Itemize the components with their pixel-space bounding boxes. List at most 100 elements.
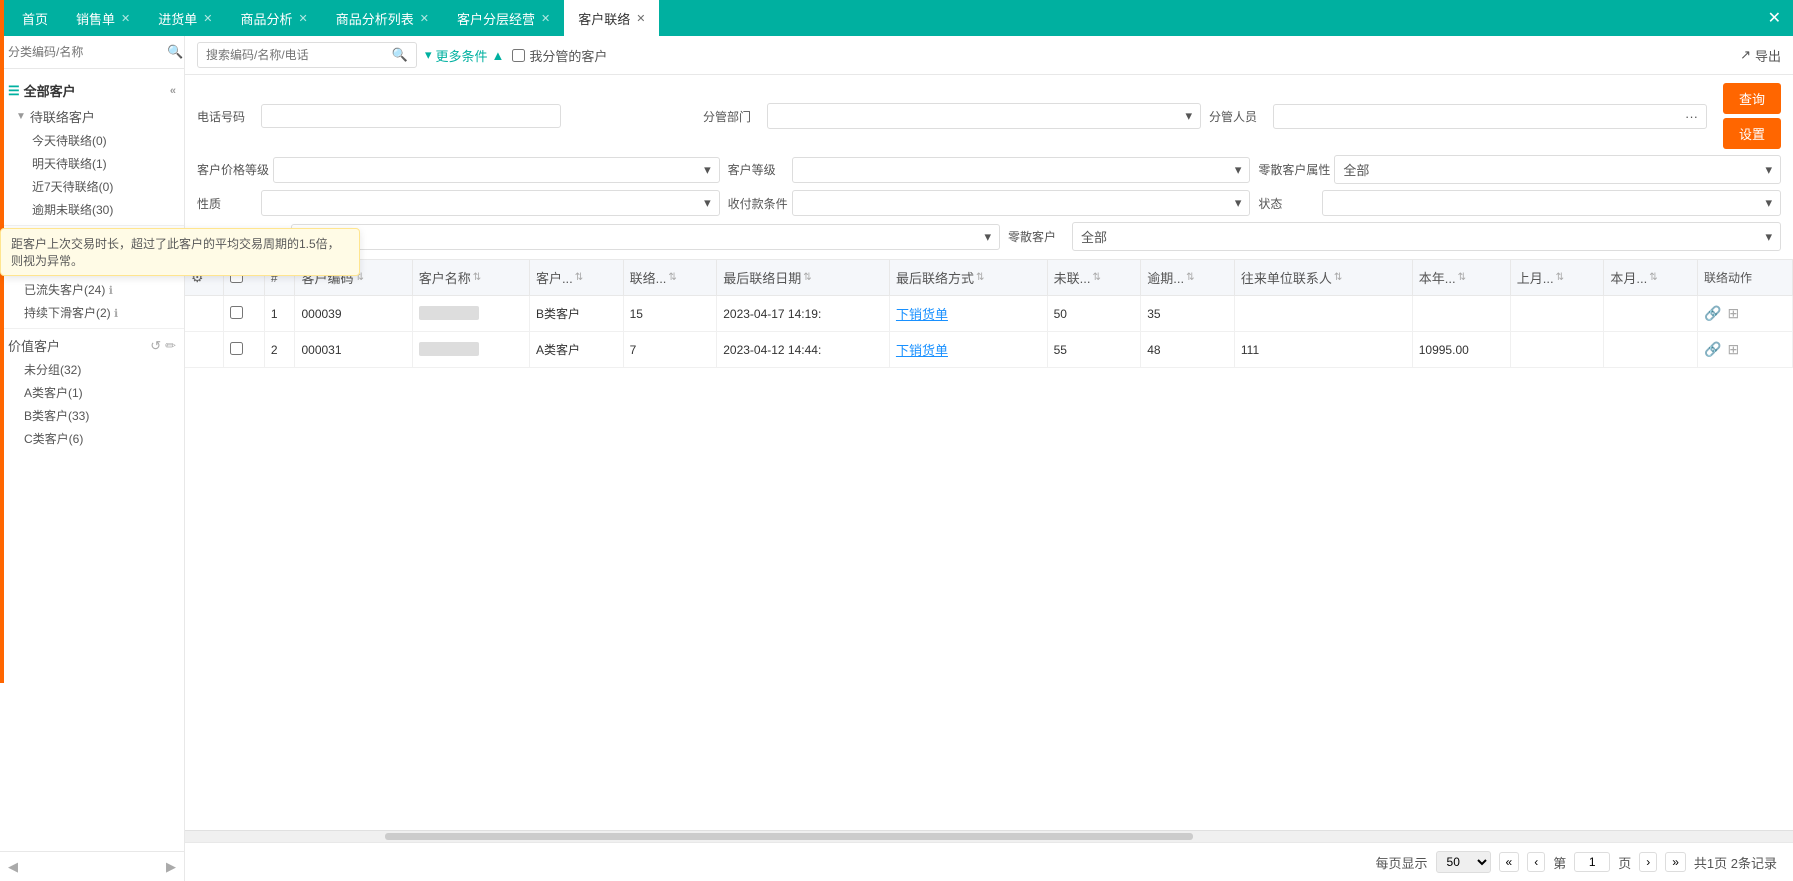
col-last-date[interactable]: 最后联络日期⇅ bbox=[717, 260, 890, 296]
horizontal-scrollbar[interactable] bbox=[185, 830, 1793, 842]
nav-item-analysis[interactable]: 商品分析 ✕ bbox=[226, 0, 321, 36]
customer-level-select[interactable]: ▾ bbox=[792, 157, 1251, 183]
filter-row-2: 客户价格等级 ▾ 客户等级 ▾ 零散客户属性 bbox=[197, 155, 1781, 184]
customer-type-select[interactable]: ▾ bbox=[291, 224, 1000, 250]
settings-button[interactable]: 设置 bbox=[1723, 118, 1781, 149]
row-name bbox=[412, 296, 529, 332]
sidebar-value-group-header[interactable]: 价值客户 ↺ ✏ bbox=[0, 333, 184, 358]
sort-icon-date: ⇅ bbox=[803, 272, 811, 283]
more-conditions-btn[interactable]: ▾ 更多条件 ▲ bbox=[425, 46, 504, 65]
col-last-month[interactable]: 上月...⇅ bbox=[1510, 260, 1604, 296]
last-page-button[interactable]: » bbox=[1665, 852, 1686, 872]
scroll-thumb[interactable] bbox=[385, 833, 1193, 840]
sidebar-right-arrow[interactable]: ▶ bbox=[166, 859, 176, 875]
phone-input[interactable] bbox=[261, 104, 561, 128]
sidebar-search-icon[interactable]: 🔍 bbox=[167, 44, 183, 60]
table-row: 1 000039 B类客户 15 2023-04-17 14:19: 下销货单 … bbox=[185, 296, 1793, 332]
row-check-0[interactable] bbox=[230, 306, 243, 319]
retail-customer-select[interactable]: 全部 ▾ bbox=[1072, 222, 1781, 251]
chevron-down-icon-retail: ▾ bbox=[1765, 162, 1772, 178]
refresh-icon[interactable]: ↺ bbox=[150, 338, 161, 354]
close-icon-analysis-list[interactable]: ✕ bbox=[420, 12, 429, 25]
action-link-icon[interactable]: 🔗 bbox=[1704, 305, 1721, 322]
main-layout: 🔍 ☰ 全部客户 « ▼ 待联络客户 今天待联络(0) 明天待联络(1) 近7天… bbox=[0, 36, 1793, 881]
sidebar-item-ungrouped[interactable]: 未分组(32) bbox=[0, 358, 184, 381]
sidebar-search-input[interactable] bbox=[8, 45, 163, 59]
col-level[interactable]: 客户...⇅ bbox=[529, 260, 623, 296]
sort-icon-contacts: ⇅ bbox=[1334, 272, 1342, 283]
action-grid-icon[interactable]: ⊞ bbox=[1727, 305, 1739, 322]
nav-item-purchase[interactable]: 进货单 ✕ bbox=[144, 0, 226, 36]
row-contact-count: 7 bbox=[623, 332, 717, 368]
prev-page-button[interactable]: ‹ bbox=[1527, 852, 1545, 872]
search-input[interactable] bbox=[206, 48, 392, 62]
sidebar-all-customers[interactable]: ☰ 全部客户 « bbox=[0, 77, 184, 104]
retail-attr-select[interactable]: 全部 ▾ bbox=[1334, 155, 1781, 184]
close-icon-purchase[interactable]: ✕ bbox=[203, 12, 212, 25]
sidebar-item-c-class[interactable]: C类客户(6) bbox=[0, 427, 184, 450]
filter-row-1: 电话号码 分管部门 ▾ 分管人员 ··· bbox=[197, 83, 1781, 149]
filter-payment: 收付款条件 ▾ bbox=[728, 190, 1251, 216]
row-code: 000039 bbox=[295, 296, 412, 332]
row-check-1[interactable] bbox=[230, 342, 243, 355]
sidebar-left-arrow[interactable]: ◀ bbox=[8, 859, 18, 875]
filter-customer-level: 客户等级 ▾ bbox=[728, 157, 1251, 183]
nav-item-sales[interactable]: 销售单 ✕ bbox=[62, 0, 144, 36]
dept-select[interactable]: ▾ bbox=[767, 103, 1201, 129]
col-last-method[interactable]: 最后联络方式⇅ bbox=[889, 260, 1047, 296]
query-button[interactable]: 查询 bbox=[1723, 83, 1781, 114]
nature-select[interactable]: ▾ bbox=[261, 190, 720, 216]
tooltip-box: 距客户上次交易时长，超过了此客户的平均交易周期的1.5倍，则视为异常。 bbox=[185, 228, 360, 276]
nav-item-customer-contact[interactable]: 客户联络 ✕ bbox=[564, 0, 659, 36]
price-level-select[interactable]: ▾ bbox=[273, 157, 720, 183]
nav-item-customer-segment[interactable]: 客户分层经营 ✕ bbox=[443, 0, 564, 36]
col-contact-count[interactable]: 联络...⇅ bbox=[623, 260, 717, 296]
first-page-button[interactable]: « bbox=[1499, 852, 1520, 872]
status-select[interactable]: ▾ bbox=[1322, 190, 1781, 216]
col-contacts[interactable]: 往来单位联系人⇅ bbox=[1234, 260, 1412, 296]
sidebar-item-churned[interactable]: 已流失客户(24) ℹ bbox=[0, 278, 184, 301]
sidebar-item-declining[interactable]: 持续下滑客户(2) ℹ bbox=[0, 301, 184, 324]
filter-retail-customer: 零散客户 全部 ▾ bbox=[1008, 222, 1781, 251]
row-last-method[interactable]: 下销货单 bbox=[889, 332, 1047, 368]
sidebar-item-overdue[interactable]: 逾期未联络(30) bbox=[8, 198, 184, 221]
my-customers-check[interactable] bbox=[512, 49, 525, 62]
row-unreply: 50 bbox=[1047, 296, 1141, 332]
close-icon-sales[interactable]: ✕ bbox=[121, 12, 130, 25]
edit-icon[interactable]: ✏ bbox=[165, 338, 176, 354]
col-this-year[interactable]: 本年...⇅ bbox=[1412, 260, 1510, 296]
col-overdue[interactable]: 逾期...⇅ bbox=[1141, 260, 1235, 296]
sidebar-collapse-icon[interactable]: « bbox=[170, 85, 176, 97]
nav-item-home[interactable]: 首页 bbox=[8, 0, 62, 36]
action-link-icon[interactable]: 🔗 bbox=[1704, 341, 1721, 358]
my-customers-checkbox[interactable]: 我分管的客户 bbox=[512, 46, 607, 65]
chevron-down-icon-nature: ▾ bbox=[704, 195, 711, 211]
close-icon-contact[interactable]: ✕ bbox=[636, 12, 645, 25]
action-grid-icon[interactable]: ⊞ bbox=[1727, 341, 1739, 358]
page-size-select[interactable]: 50 20 100 bbox=[1436, 851, 1491, 873]
filter-retail-attr: 零散客户属性 全部 ▾ bbox=[1258, 155, 1781, 184]
sidebar-item-a-class[interactable]: A类客户(1) bbox=[0, 381, 184, 404]
next-page-button[interactable]: › bbox=[1639, 852, 1657, 872]
filter-phone: 电话号码 bbox=[197, 104, 695, 128]
window-close-button[interactable]: ✕ bbox=[1768, 8, 1781, 28]
col-name[interactable]: 客户名称⇅ bbox=[412, 260, 529, 296]
person-select[interactable]: ··· bbox=[1273, 104, 1707, 129]
col-this-month[interactable]: 本月...⇅ bbox=[1604, 260, 1698, 296]
page-input[interactable] bbox=[1574, 852, 1610, 872]
close-icon-analysis[interactable]: ✕ bbox=[299, 12, 308, 25]
row-last-method[interactable]: 下销货单 bbox=[889, 296, 1047, 332]
sidebar-item-b-class[interactable]: B类客户(33) bbox=[0, 404, 184, 427]
sidebar-pending-header[interactable]: ▼ 待联络客户 bbox=[8, 104, 184, 129]
sidebar-item-today[interactable]: 今天待联络(0) bbox=[8, 129, 184, 152]
col-unreply[interactable]: 未联...⇅ bbox=[1047, 260, 1141, 296]
sidebar-item-tomorrow[interactable]: 明天待联络(1) bbox=[8, 152, 184, 175]
search-icon[interactable]: 🔍 bbox=[392, 47, 408, 63]
close-icon-segment[interactable]: ✕ bbox=[541, 12, 550, 25]
sidebar-item-7days[interactable]: 近7天待联络(0) bbox=[8, 175, 184, 198]
nav-item-analysis-list[interactable]: 商品分析列表 ✕ bbox=[322, 0, 443, 36]
export-button[interactable]: ↗ 导出 bbox=[1740, 46, 1781, 65]
sidebar-divider-2 bbox=[0, 328, 184, 329]
row-unreply: 55 bbox=[1047, 332, 1141, 368]
payment-select[interactable]: ▾ bbox=[792, 190, 1251, 216]
